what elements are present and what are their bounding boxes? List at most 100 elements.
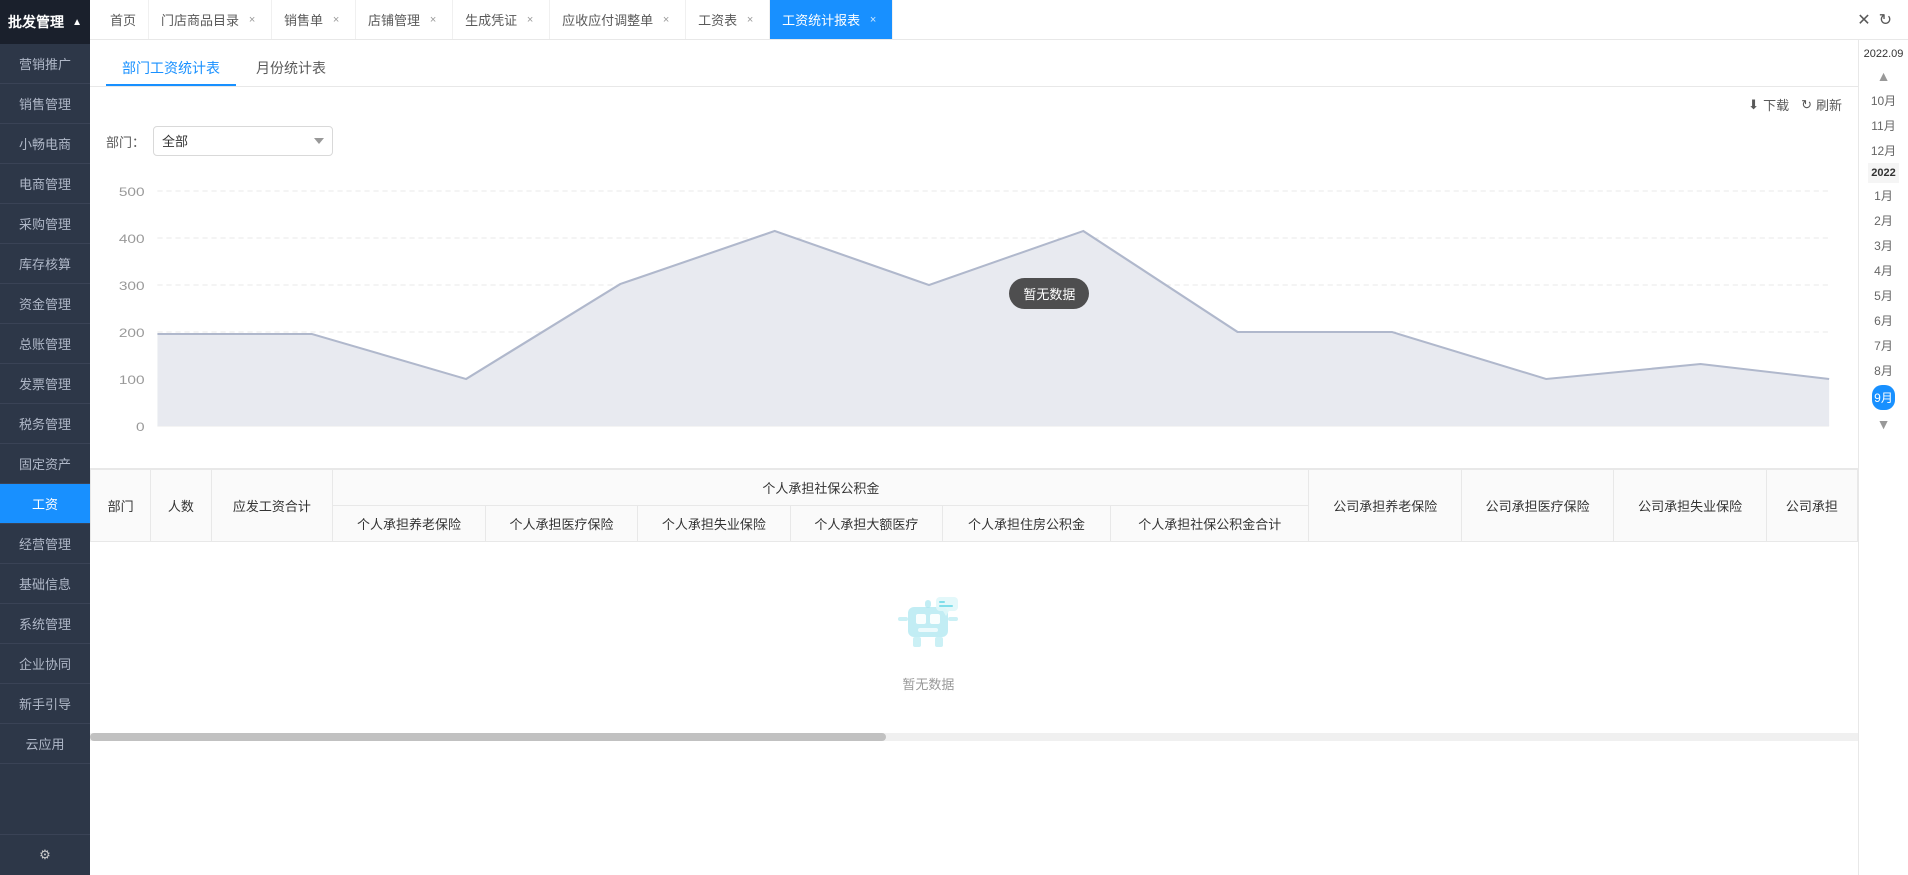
th-personal-pension: 个人承担养老保险 xyxy=(333,506,485,542)
timeline-item-7月[interactable]: 7月 xyxy=(1868,333,1899,358)
tab-门店商品目录[interactable]: 门店商品目录 × xyxy=(149,0,272,40)
filter-label: 部门： xyxy=(106,132,145,151)
timeline-panel: 2022.09 ▲ 10月11月12月20221月2月3月4月5月6月7月8月9… xyxy=(1858,40,1908,875)
th-department: 部门 xyxy=(91,470,151,542)
gear-icon: ⚙ xyxy=(39,847,51,862)
sidebar-header[interactable]: 批发管理 ▲ xyxy=(0,0,90,44)
tab-close-icon[interactable]: × xyxy=(659,13,673,27)
download-icon: ⬇ xyxy=(1748,97,1759,113)
refresh-label: 刷新 xyxy=(1816,95,1842,114)
sidebar-item-云应用[interactable]: 云应用 xyxy=(0,724,90,764)
timeline-item-8月[interactable]: 8月 xyxy=(1868,358,1899,383)
tab-close-icon[interactable]: × xyxy=(523,13,537,27)
tab-bar-end: ✕ ↻ xyxy=(1849,10,1900,30)
timeline-item-2022[interactable]: 2022 xyxy=(1868,163,1899,183)
timeline-start-label: 2022.09 xyxy=(1862,44,1906,64)
tab-bar: 首页门店商品目录×销售单×店铺管理×生成凭证×应收应付调整单×工资表×工资统计报… xyxy=(90,0,1908,40)
sidebar-item-系统管理[interactable]: 系统管理 xyxy=(0,604,90,644)
sidebar-item-工资[interactable]: 工资 xyxy=(0,484,90,524)
timeline-item-6月[interactable]: 6月 xyxy=(1868,308,1899,333)
sub-tab-月份统计表[interactable]: 月份统计表 xyxy=(240,52,342,86)
scrollbar-thumb xyxy=(90,733,886,741)
refresh-button[interactable]: ↻ 刷新 xyxy=(1801,95,1842,114)
toolbar: ⬇ 下载 ↻ 刷新 xyxy=(90,87,1858,122)
tab-label: 工资统计报表 xyxy=(782,10,860,29)
th-total-salary: 应发工资合计 xyxy=(211,470,333,542)
th-personal-medical: 个人承担医疗保险 xyxy=(485,506,637,542)
timeline-up-nav[interactable]: ▲ xyxy=(1872,64,1896,88)
tab-label: 门店商品目录 xyxy=(161,10,239,29)
tab-close-icon[interactable]: × xyxy=(245,13,259,27)
close-all-icon[interactable]: ✕ xyxy=(1857,10,1870,30)
tab-工资表[interactable]: 工资表 × xyxy=(686,0,770,40)
department-select[interactable]: 全部 xyxy=(153,126,333,156)
download-button[interactable]: ⬇ 下载 xyxy=(1748,95,1789,114)
main-area: 首页门店商品目录×销售单×店铺管理×生成凭证×应收应付调整单×工资表×工资统计报… xyxy=(90,0,1908,875)
filter-row: 部门： 全部 xyxy=(90,122,1858,168)
table-empty-cell: 暂无数据 xyxy=(91,542,1767,734)
tab-close-icon[interactable]: × xyxy=(866,13,880,27)
chart-area-fill xyxy=(157,231,1829,426)
th-company-medical: 公司承担医疗保险 xyxy=(1461,470,1613,542)
timeline-item-10月[interactable]: 10月 xyxy=(1868,88,1899,113)
tab-close-icon[interactable]: × xyxy=(743,13,757,27)
sidebar-items: 营销推广销售管理小畅电商电商管理采购管理库存核算资金管理总账管理发票管理税务管理… xyxy=(0,44,90,764)
sidebar-settings[interactable]: ⚙ xyxy=(0,834,90,875)
tab-label: 工资表 xyxy=(698,10,737,29)
th-personal-major-medical: 个人承担大额医疗 xyxy=(790,506,942,542)
timeline-item-11月[interactable]: 11月 xyxy=(1868,113,1899,138)
timeline-item-9月[interactable]: 9月 xyxy=(1872,385,1895,410)
sub-tabs: 部门工资统计表月份统计表 xyxy=(90,40,1858,87)
timeline-items: 10月11月12月20221月2月3月4月5月6月7月8月9月 xyxy=(1868,88,1899,412)
tab-close-icon[interactable]: × xyxy=(329,13,343,27)
th-personal-social: 个人承担社保公积金 xyxy=(333,470,1309,506)
tabs-container: 首页门店商品目录×销售单×店铺管理×生成凭证×应收应付调整单×工资表×工资统计报… xyxy=(98,0,1849,40)
th-company-more: 公司承担 xyxy=(1766,470,1857,542)
timeline-item-1月[interactable]: 1月 xyxy=(1868,183,1899,208)
svg-text:0: 0 xyxy=(136,420,145,434)
sub-tab-部门工资统计表[interactable]: 部门工资统计表 xyxy=(106,52,236,86)
sidebar-item-采购管理[interactable]: 采购管理 xyxy=(0,204,90,244)
svg-text:400: 400 xyxy=(119,232,145,246)
sidebar-title: 批发管理 xyxy=(8,12,64,32)
horizontal-scrollbar[interactable] xyxy=(90,733,1858,741)
timeline-item-12月[interactable]: 12月 xyxy=(1868,138,1899,163)
tab-首页[interactable]: 首页 xyxy=(98,0,149,40)
sidebar-item-经营管理[interactable]: 经营管理 xyxy=(0,524,90,564)
sidebar-item-电商管理[interactable]: 电商管理 xyxy=(0,164,90,204)
sidebar-item-库存核算[interactable]: 库存核算 xyxy=(0,244,90,284)
sidebar-item-基础信息[interactable]: 基础信息 xyxy=(0,564,90,604)
tab-应收应付调整单[interactable]: 应收应付调整单 × xyxy=(550,0,686,40)
timeline-item-2月[interactable]: 2月 xyxy=(1868,208,1899,233)
sidebar-item-营销推广[interactable]: 营销推广 xyxy=(0,44,90,84)
th-company-unemploy: 公司承担失业保险 xyxy=(1614,470,1766,542)
svg-text:300: 300 xyxy=(119,279,145,293)
empty-text: 暂无数据 xyxy=(902,674,954,693)
tab-label: 销售单 xyxy=(284,10,323,29)
tab-销售单[interactable]: 销售单 × xyxy=(272,0,356,40)
svg-text:500: 500 xyxy=(119,185,145,199)
timeline-item-5月[interactable]: 5月 xyxy=(1868,283,1899,308)
refresh-icon[interactable]: ↻ xyxy=(1879,10,1892,30)
sidebar-item-企业协同[interactable]: 企业协同 xyxy=(0,644,90,684)
timeline-item-3月[interactable]: 3月 xyxy=(1868,233,1899,258)
sidebar-item-发票管理[interactable]: 发票管理 xyxy=(0,364,90,404)
timeline-down-nav[interactable]: ▼ xyxy=(1872,412,1896,436)
tab-label: 生成凭证 xyxy=(465,10,517,29)
tab-label: 应收应付调整单 xyxy=(562,10,653,29)
tab-店铺管理[interactable]: 店铺管理× xyxy=(356,0,453,40)
sidebar-item-固定资产[interactable]: 固定资产 xyxy=(0,444,90,484)
sidebar-item-销售管理[interactable]: 销售管理 xyxy=(0,84,90,124)
th-headcount: 人数 xyxy=(151,470,211,542)
timeline-item-4月[interactable]: 4月 xyxy=(1868,258,1899,283)
sidebar-item-资金管理[interactable]: 资金管理 xyxy=(0,284,90,324)
sidebar-item-小畅电商[interactable]: 小畅电商 xyxy=(0,124,90,164)
sidebar-item-新手引导[interactable]: 新手引导 xyxy=(0,684,90,724)
sidebar-item-税务管理[interactable]: 税务管理 xyxy=(0,404,90,444)
table-container: 部门 人数 应发工资合计 个人承担社保公积金 公司承担养老保险 公司承担医疗保险… xyxy=(90,468,1858,875)
th-company-pension: 公司承担养老保险 xyxy=(1309,470,1461,542)
tab-工资统计报表[interactable]: 工资统计报表 × xyxy=(770,0,893,40)
tab-close-icon[interactable]: × xyxy=(426,13,440,27)
sidebar-item-总账管理[interactable]: 总账管理 xyxy=(0,324,90,364)
tab-生成凭证[interactable]: 生成凭证 × xyxy=(453,0,550,40)
